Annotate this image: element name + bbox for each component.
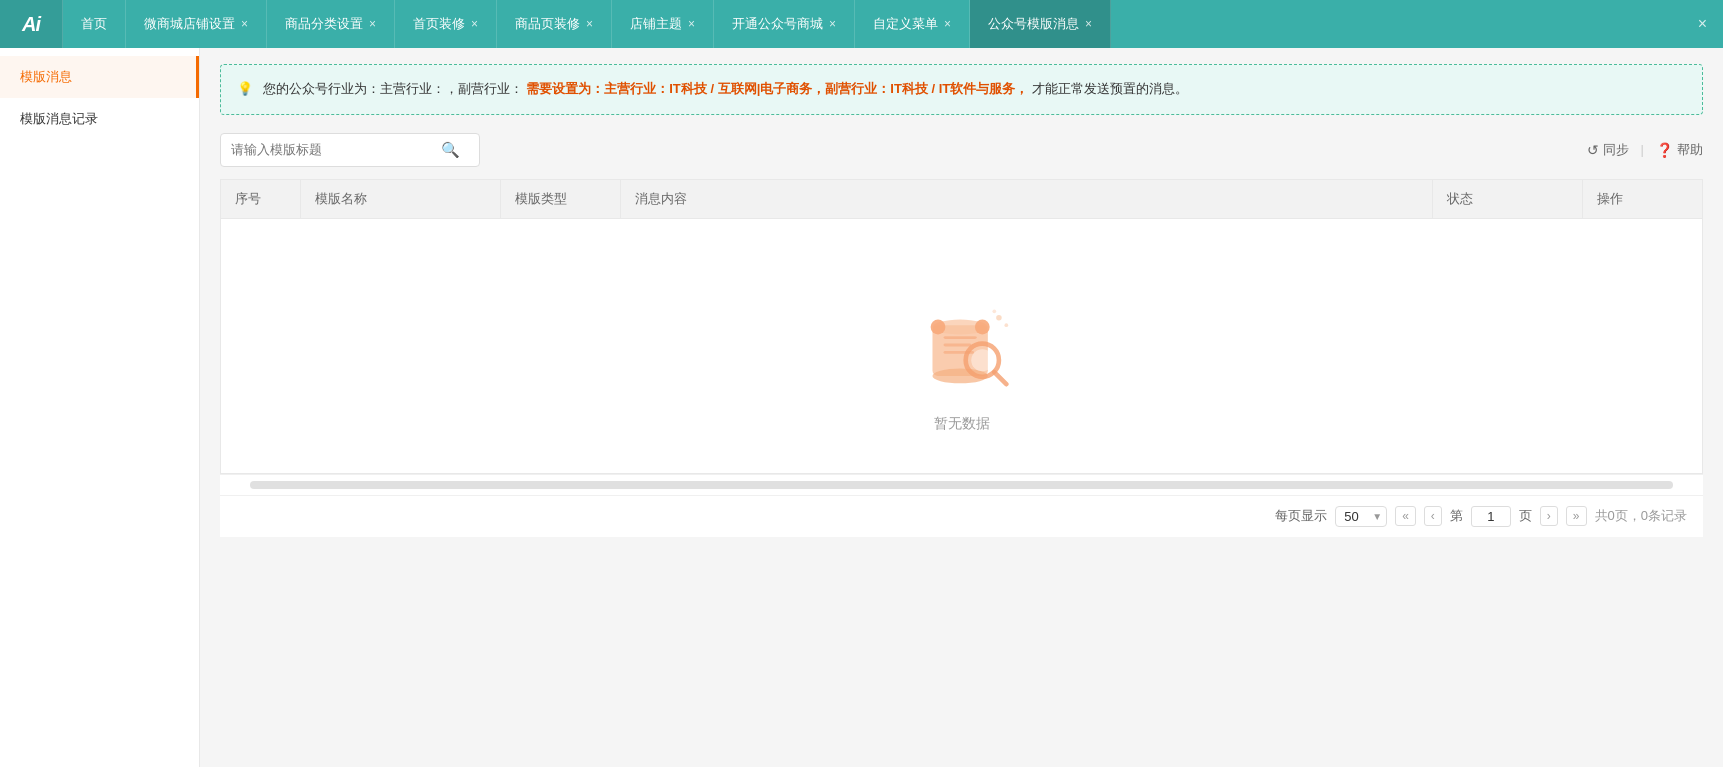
page-word: 第: [1450, 507, 1463, 525]
close-tab-1[interactable]: ×: [241, 17, 248, 31]
data-table: 序号 模版名称 模版类型 消息内容 状态 操作: [220, 179, 1703, 474]
top-nav: Ai 首页 微商城店铺设置 × 商品分类设置 × 首页装修 × 商品页装修 × …: [0, 0, 1723, 48]
tab-product-category[interactable]: 商品分类设置 ×: [267, 0, 395, 48]
col-header-status: 状态: [1433, 179, 1583, 218]
close-tab-6[interactable]: ×: [829, 17, 836, 31]
tab-home[interactable]: 首页: [63, 0, 126, 48]
last-page-button[interactable]: »: [1566, 506, 1587, 526]
col-header-template-name: 模版名称: [301, 179, 501, 218]
main-layout: 模版消息 模版消息记录 💡 您的公众号行业为：主营行业：，副营行业： 需要设置为…: [0, 48, 1723, 767]
notice-box: 💡 您的公众号行业为：主营行业：，副营行业： 需要设置为：主营行业：IT科技 /…: [220, 64, 1703, 115]
col-header-template-type: 模版类型: [501, 179, 621, 218]
svg-point-13: [992, 309, 996, 313]
search-input-wrap: 🔍: [220, 133, 480, 167]
search-icon[interactable]: 🔍: [441, 141, 460, 159]
close-tab-3[interactable]: ×: [471, 17, 478, 31]
tab-product-decoration[interactable]: 商品页装修 ×: [497, 0, 612, 48]
svg-point-11: [996, 315, 1002, 321]
sidebar-item-template-message[interactable]: 模版消息: [0, 56, 199, 98]
sidebar-item-template-message-records[interactable]: 模版消息记录: [0, 98, 199, 140]
tab-custom-menu[interactable]: 自定义菜单 ×: [855, 0, 970, 48]
svg-rect-6: [943, 343, 971, 346]
help-icon: ❓: [1656, 142, 1673, 158]
svg-rect-5: [943, 336, 976, 339]
toolbar-divider: |: [1641, 142, 1644, 157]
fake-scrollbar[interactable]: [250, 481, 1673, 489]
close-tab-7[interactable]: ×: [944, 17, 951, 31]
next-page-button[interactable]: ›: [1540, 506, 1558, 526]
col-header-action: 操作: [1583, 179, 1703, 218]
svg-point-9: [971, 349, 993, 371]
close-tab-8[interactable]: ×: [1085, 17, 1092, 31]
lightbulb-icon: 💡: [237, 81, 253, 96]
help-button[interactable]: ❓ 帮助: [1656, 141, 1703, 159]
page-size-select[interactable]: 10 20 50 100: [1335, 506, 1387, 527]
empty-text: 暂无数据: [934, 415, 990, 433]
sync-button[interactable]: ↺ 同步: [1587, 141, 1629, 159]
svg-point-12: [1004, 323, 1008, 327]
close-tab-2[interactable]: ×: [369, 17, 376, 31]
page-size-label: 每页显示: [1275, 507, 1327, 525]
col-header-seq: 序号: [221, 179, 301, 218]
search-bar: 🔍 ↺ 同步 | ❓ 帮助: [220, 133, 1703, 167]
empty-illustration: [902, 279, 1022, 399]
svg-point-3: [930, 319, 945, 334]
toolbar-right: ↺ 同步 | ❓ 帮助: [1587, 141, 1703, 159]
svg-line-10: [994, 372, 1006, 384]
tab-template-message[interactable]: 公众号模版消息 ×: [970, 0, 1111, 48]
tab-open-wechat-mall[interactable]: 开通公众号商城 ×: [714, 0, 855, 48]
scrollbar-row: [220, 474, 1703, 495]
tab-home-decoration[interactable]: 首页装修 ×: [395, 0, 497, 48]
current-page-input[interactable]: [1471, 506, 1511, 527]
svg-point-4: [974, 319, 989, 334]
sync-icon: ↺: [1587, 142, 1599, 158]
tab-wechat-shop-settings[interactable]: 微商城店铺设置 ×: [126, 0, 267, 48]
prev-page-button[interactable]: ‹: [1424, 506, 1442, 526]
col-header-message-content: 消息内容: [621, 179, 1433, 218]
brand-logo: Ai: [0, 0, 63, 48]
pagination-bar: 每页显示 10 20 50 100 ▼ « ‹ 第 页 › » 共0页，0条记录: [220, 495, 1703, 537]
content-area: 💡 您的公众号行业为：主营行业：，副营行业： 需要设置为：主营行业：IT科技 /…: [200, 48, 1723, 767]
tab-store-theme[interactable]: 店铺主题 ×: [612, 0, 714, 48]
page-size-select-wrap: 10 20 50 100 ▼: [1335, 506, 1387, 527]
close-tab-4[interactable]: ×: [586, 17, 593, 31]
total-label: 共0页，0条记录: [1595, 507, 1687, 525]
global-close-button[interactable]: ×: [1698, 15, 1707, 33]
empty-state: 暂无数据: [221, 219, 1702, 473]
page-unit: 页: [1519, 507, 1532, 525]
sidebar: 模版消息 模版消息记录: [0, 48, 200, 767]
search-input[interactable]: [231, 142, 441, 157]
first-page-button[interactable]: «: [1395, 506, 1416, 526]
close-tab-5[interactable]: ×: [688, 17, 695, 31]
